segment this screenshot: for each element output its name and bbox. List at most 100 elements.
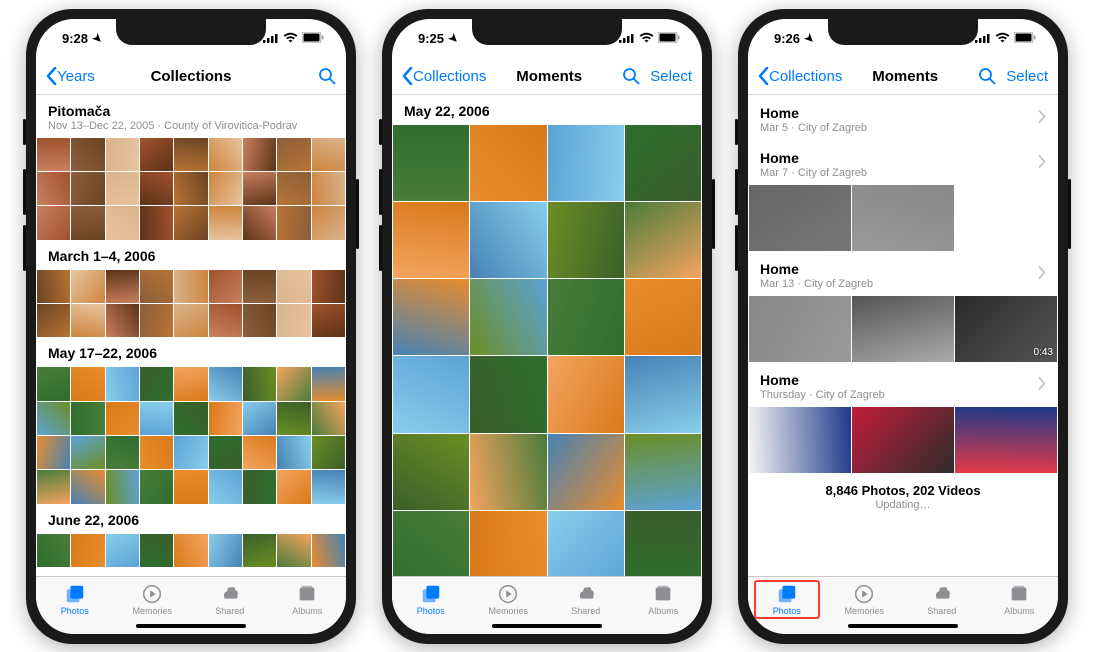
photo-thumb[interactable] bbox=[312, 367, 345, 400]
photo-thumb[interactable] bbox=[277, 470, 310, 503]
photo-thumb[interactable] bbox=[209, 304, 242, 337]
photo-thumb[interactable] bbox=[37, 367, 70, 400]
tab-albums[interactable]: Albums bbox=[633, 583, 693, 616]
tab-memories[interactable]: Memories bbox=[478, 583, 538, 616]
photo-thumb[interactable] bbox=[209, 470, 242, 503]
photo-thumb[interactable] bbox=[37, 138, 70, 171]
photo-thumb[interactable] bbox=[277, 534, 310, 567]
photo-thumb[interactable] bbox=[209, 436, 242, 469]
photo-thumb[interactable] bbox=[312, 402, 345, 435]
moment-header[interactable]: HomeMar 7 · City of Zagreb bbox=[748, 140, 1058, 185]
photo-thumb[interactable] bbox=[625, 279, 701, 355]
moment-header[interactable]: HomeMar 13 · City of Zagreb bbox=[748, 251, 1058, 296]
photo-thumb[interactable] bbox=[312, 470, 345, 503]
photo-thumb[interactable] bbox=[174, 270, 207, 303]
photo-thumb[interactable] bbox=[140, 436, 173, 469]
tab-shared[interactable]: Shared bbox=[200, 583, 260, 616]
photo-thumb[interactable] bbox=[37, 436, 70, 469]
tab-photos[interactable]: Photos bbox=[401, 583, 461, 616]
photo-thumb[interactable] bbox=[106, 534, 139, 567]
photo-thumb[interactable] bbox=[209, 206, 242, 239]
photo-thumb[interactable] bbox=[71, 270, 104, 303]
photo-thumb[interactable] bbox=[209, 367, 242, 400]
photo-thumb[interactable] bbox=[106, 436, 139, 469]
photo-thumb[interactable] bbox=[71, 138, 104, 171]
tab-albums[interactable]: Albums bbox=[277, 583, 337, 616]
content-scroll[interactable]: May 22, 2006 bbox=[392, 95, 702, 576]
photo-thumb[interactable] bbox=[312, 270, 345, 303]
photo-thumb[interactable] bbox=[71, 534, 104, 567]
photo-thumb[interactable] bbox=[852, 296, 954, 362]
photo-thumb[interactable] bbox=[277, 270, 310, 303]
back-button[interactable]: Collections bbox=[758, 67, 842, 85]
photo-thumb[interactable] bbox=[393, 202, 469, 278]
photo-thumb[interactable] bbox=[209, 138, 242, 171]
photo-thumb[interactable] bbox=[243, 367, 276, 400]
photo-thumb[interactable] bbox=[174, 534, 207, 567]
photo-thumb[interactable] bbox=[548, 202, 624, 278]
photo-thumb[interactable] bbox=[749, 296, 851, 362]
photo-thumb[interactable] bbox=[71, 402, 104, 435]
search-button[interactable] bbox=[318, 67, 336, 85]
photo-thumb[interactable] bbox=[955, 407, 1057, 473]
photo-thumb[interactable] bbox=[470, 202, 546, 278]
photo-thumb[interactable] bbox=[393, 125, 469, 201]
section-header[interactable]: May 17–22, 2006 bbox=[36, 337, 346, 367]
photo-thumb[interactable] bbox=[71, 206, 104, 239]
photo-thumb[interactable] bbox=[243, 470, 276, 503]
photo-thumb[interactable] bbox=[852, 407, 954, 473]
photo-thumb[interactable] bbox=[277, 402, 310, 435]
tab-shared[interactable]: Shared bbox=[912, 583, 972, 616]
photo-thumb[interactable] bbox=[209, 270, 242, 303]
photo-thumb[interactable] bbox=[470, 279, 546, 355]
photo-thumb[interactable] bbox=[37, 402, 70, 435]
photo-thumb[interactable] bbox=[140, 304, 173, 337]
photo-thumb[interactable] bbox=[625, 511, 701, 576]
photo-thumb[interactable] bbox=[277, 172, 310, 205]
photo-thumb[interactable] bbox=[140, 206, 173, 239]
photo-thumb[interactable] bbox=[312, 172, 345, 205]
photo-thumb[interactable] bbox=[277, 138, 310, 171]
photo-thumb[interactable] bbox=[37, 534, 70, 567]
photo-thumb[interactable] bbox=[140, 402, 173, 435]
search-button[interactable] bbox=[978, 67, 996, 85]
photo-thumb[interactable] bbox=[140, 270, 173, 303]
photo-thumb[interactable] bbox=[393, 279, 469, 355]
photo-thumb[interactable] bbox=[312, 138, 345, 171]
photo-thumb[interactable] bbox=[243, 402, 276, 435]
photo-thumb[interactable] bbox=[37, 172, 70, 205]
photo-thumb[interactable] bbox=[470, 434, 546, 510]
photo-thumb[interactable] bbox=[71, 172, 104, 205]
home-indicator[interactable] bbox=[492, 624, 602, 628]
photo-thumb[interactable] bbox=[174, 367, 207, 400]
back-button[interactable]: Collections bbox=[402, 67, 486, 85]
back-button[interactable]: Years bbox=[46, 67, 95, 85]
tab-memories[interactable]: Memories bbox=[122, 583, 182, 616]
photo-thumb[interactable] bbox=[277, 367, 310, 400]
home-indicator[interactable] bbox=[136, 624, 246, 628]
photo-thumb[interactable] bbox=[312, 206, 345, 239]
photo-thumb[interactable] bbox=[106, 304, 139, 337]
photo-thumb[interactable] bbox=[106, 138, 139, 171]
photo-thumb[interactable] bbox=[749, 407, 851, 473]
section-header[interactable]: March 1–4, 2006 bbox=[36, 240, 346, 270]
photo-thumb[interactable] bbox=[243, 270, 276, 303]
photo-thumb[interactable] bbox=[209, 534, 242, 567]
tab-photos[interactable]: Photos bbox=[757, 583, 817, 616]
section-header[interactable]: May 22, 2006 bbox=[392, 95, 702, 125]
moment-header[interactable]: HomeMar 5 · City of Zagreb bbox=[748, 95, 1058, 140]
photo-thumb[interactable] bbox=[71, 367, 104, 400]
photo-thumb[interactable] bbox=[470, 356, 546, 432]
tab-memories[interactable]: Memories bbox=[834, 583, 894, 616]
photo-thumb[interactable] bbox=[312, 436, 345, 469]
photo-thumb[interactable] bbox=[749, 185, 851, 251]
photo-thumb[interactable] bbox=[174, 206, 207, 239]
photo-thumb[interactable] bbox=[548, 279, 624, 355]
photo-thumb[interactable] bbox=[106, 270, 139, 303]
photo-thumb[interactable] bbox=[209, 172, 242, 205]
moment-header[interactable]: HomeThursday · City of Zagreb bbox=[748, 362, 1058, 407]
photo-thumb[interactable] bbox=[140, 534, 173, 567]
photo-thumb[interactable] bbox=[106, 172, 139, 205]
photo-thumb[interactable] bbox=[625, 125, 701, 201]
tab-shared[interactable]: Shared bbox=[556, 583, 616, 616]
